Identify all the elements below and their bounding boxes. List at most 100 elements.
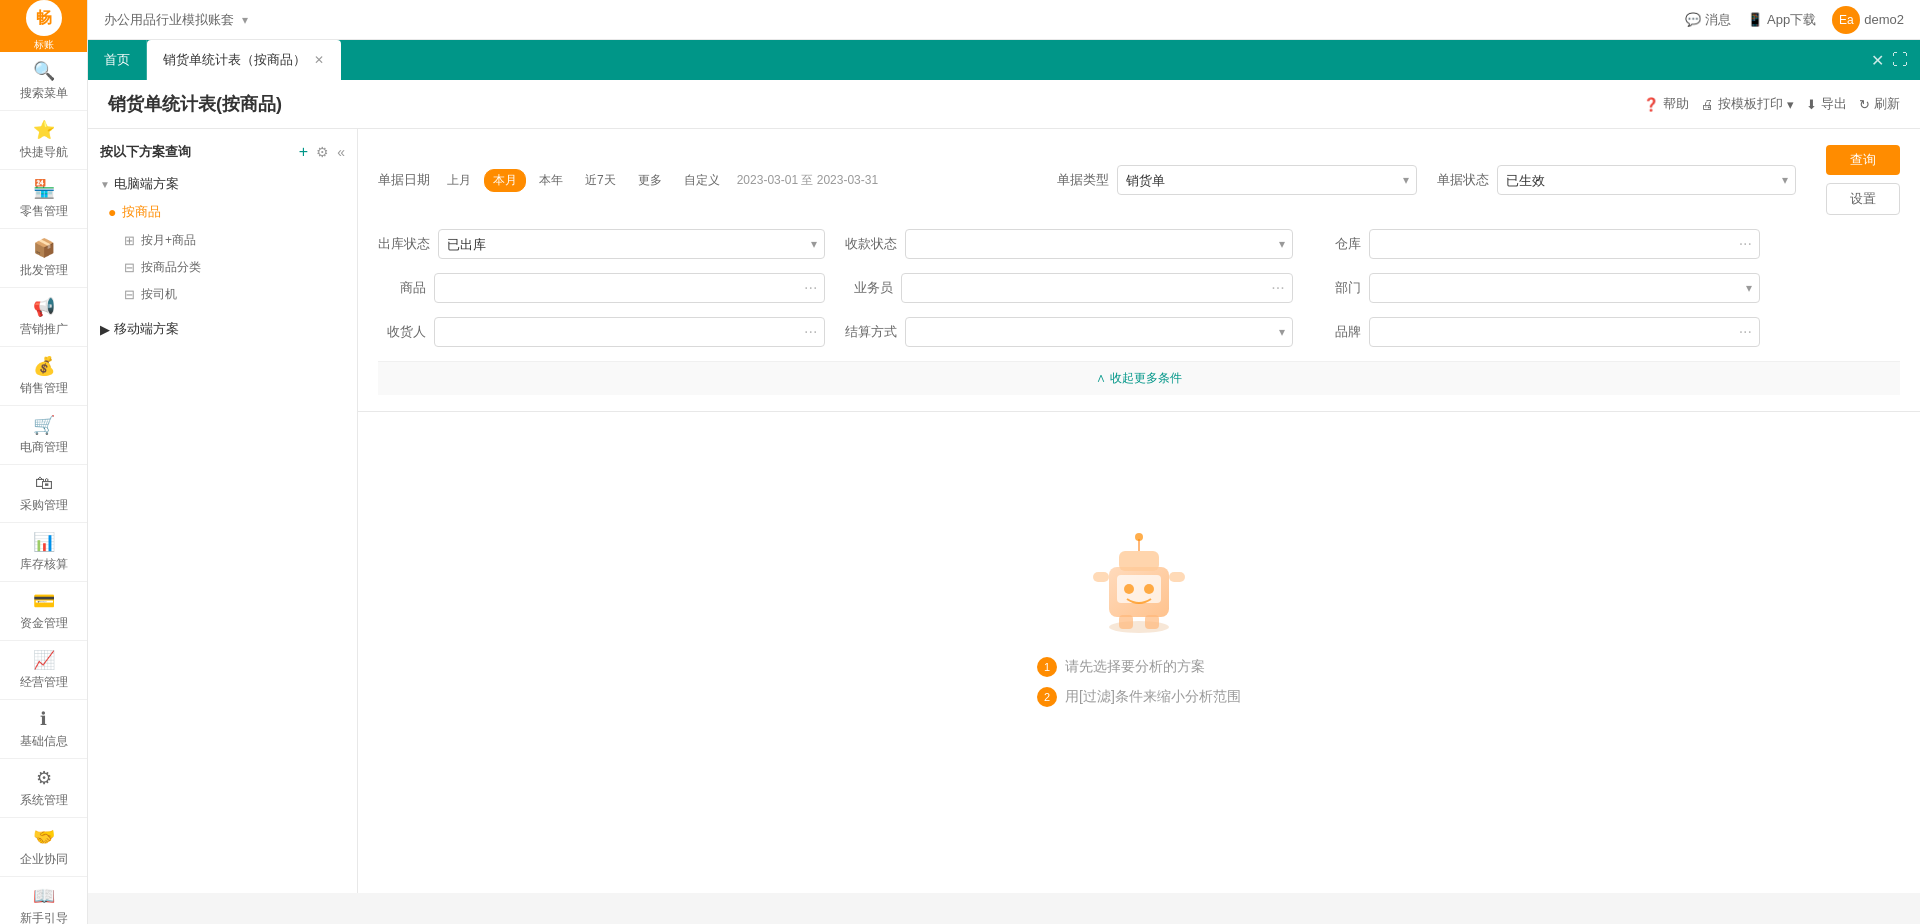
sidebar-item-search[interactable]: 🔍 搜索菜单 <box>0 52 87 111</box>
sidebar-item-marketing[interactable]: 📢 营销推广 <box>0 288 87 347</box>
page-actions: ❓ 帮助 🖨 按模板打印 ▾ ⬇ 导出 ↻ 刷新 <box>1643 95 1900 113</box>
payment-status-select[interactable] <box>905 229 1292 259</box>
date-btn-last-month[interactable]: 上月 <box>438 169 480 192</box>
date-label: 单据日期 <box>378 171 438 189</box>
sidebar-item-cooperation[interactable]: 🤝 企业协同 <box>0 818 87 877</box>
refresh-label: 刷新 <box>1874 95 1900 113</box>
sidebar-item-basic[interactable]: ℹ 基础信息 <box>0 700 87 759</box>
message-btn[interactable]: 💬 消息 <box>1685 11 1731 29</box>
export-label: 导出 <box>1821 95 1847 113</box>
department-select[interactable] <box>1369 273 1760 303</box>
refresh-icon: ↻ <box>1859 97 1870 112</box>
export-btn[interactable]: ⬇ 导出 <box>1806 95 1847 113</box>
main-area: 办公用品行业模拟账套 ▾ 💬 消息 📱 App下载 Ea demo2 首页 <box>88 0 1920 924</box>
salesperson-dots-btn[interactable]: ··· <box>1271 279 1284 297</box>
query-btn[interactable]: 查询 <box>1826 145 1900 175</box>
brand-input[interactable] <box>1369 317 1760 347</box>
field-outbound-status: 出库状态 已出库 <box>378 229 825 259</box>
salesperson-input[interactable] <box>901 273 1292 303</box>
scheme-by-month-product-icon: ⊞ <box>124 233 135 248</box>
breadcrumb-dropdown-icon[interactable]: ▾ <box>242 13 248 27</box>
collapse-conditions-label: ∧ 收起更多条件 <box>1096 370 1181 387</box>
sidebar-item-quick-nav[interactable]: ⭐ 快捷导航 <box>0 111 87 170</box>
print-dropdown-icon[interactable]: ▾ <box>1787 97 1794 112</box>
mobile-section-title[interactable]: ▶ 移动端方案 <box>88 316 357 342</box>
tab-sales-stats[interactable]: 销货单统计表（按商品） ✕ <box>147 40 341 80</box>
ecommerce-icon: 🛒 <box>33 414 55 436</box>
query-row-3: 商品 ··· 业务员 ··· <box>378 273 1900 303</box>
field-payment-method: 结算方式 <box>845 317 1292 347</box>
app-download-label: App下载 <box>1767 11 1816 29</box>
sidebar-item-system[interactable]: ⚙ 系统管理 <box>0 759 87 818</box>
tab-close-icon[interactable]: ✕ <box>314 53 324 67</box>
sidebar-item-guide[interactable]: 📖 新手引导 <box>0 877 87 924</box>
message-icon: 💬 <box>1685 12 1701 27</box>
sidebar-item-purchase-label: 采购管理 <box>20 497 68 514</box>
doc-status-select[interactable]: 已生效 <box>1497 165 1796 195</box>
help-btn[interactable]: ❓ 帮助 <box>1643 95 1689 113</box>
product-dots-btn[interactable]: ··· <box>804 279 817 297</box>
tab-close-all-btn[interactable]: ✕ <box>1871 51 1884 70</box>
refresh-btn[interactable]: ↻ 刷新 <box>1859 95 1900 113</box>
scheme-by-month-product[interactable]: ⊞ 按月+商品 <box>88 227 357 254</box>
doc-type-select[interactable]: 销货单 <box>1117 165 1416 195</box>
sidebar: 畅 标账 🔍 搜索菜单 ⭐ 快捷导航 🏪 零售管理 📦 批发管理 📢 营销推广 … <box>0 0 88 924</box>
sidebar-item-wholesale[interactable]: 📦 批发管理 <box>0 229 87 288</box>
svg-rect-2 <box>1117 575 1161 603</box>
tab-expand-btn[interactable]: ⛶ <box>1892 51 1908 69</box>
doc-status-select-wrapper: 已生效 <box>1497 165 1796 195</box>
sidebar-item-retail[interactable]: 🏪 零售管理 <box>0 170 87 229</box>
date-btn-custom[interactable]: 自定义 <box>675 169 729 192</box>
receiver-dots-btn[interactable]: ··· <box>804 323 817 341</box>
print-label: 按模板打印 <box>1718 95 1783 113</box>
sidebar-item-ecommerce-label: 电商管理 <box>20 439 68 456</box>
payment-method-select-wrapper <box>905 317 1292 347</box>
app-download-btn[interactable]: 📱 App下载 <box>1747 11 1816 29</box>
sidebar-item-guide-label: 新手引导 <box>20 910 68 924</box>
sidebar-item-operations[interactable]: 📈 经营管理 <box>0 641 87 700</box>
scheme-by-product-label: 按商品 <box>122 203 161 221</box>
add-scheme-btn[interactable]: + <box>299 143 308 161</box>
date-btn-this-month[interactable]: 本月 <box>484 169 526 192</box>
scheme-by-category[interactable]: ⊟ 按商品分类 <box>88 254 357 281</box>
product-input[interactable] <box>434 273 825 303</box>
sidebar-item-sales[interactable]: 💰 销售管理 <box>0 347 87 406</box>
receiver-input[interactable] <box>434 317 825 347</box>
collapse-panel-btn[interactable]: « <box>337 144 345 160</box>
settings-scheme-btn[interactable]: ⚙ <box>316 144 329 160</box>
scheme-by-scanner[interactable]: ⊟ 按司机 <box>88 281 357 308</box>
date-btn-7days[interactable]: 近7天 <box>576 169 625 192</box>
department-label: 部门 <box>1313 279 1369 297</box>
print-btn[interactable]: 🖨 按模板打印 ▾ <box>1701 95 1794 113</box>
user-profile-btn[interactable]: Ea demo2 <box>1832 6 1904 34</box>
sidebar-item-ecommerce[interactable]: 🛒 电商管理 <box>0 406 87 465</box>
desktop-scheme-section: ▼ 电脑端方案 ● 按商品 ⊞ 按月+商品 ⊟ 按商品分类 <box>88 167 357 312</box>
scheme-by-product[interactable]: ● 按商品 <box>88 197 357 227</box>
sidebar-item-finance[interactable]: 💳 资金管理 <box>0 582 87 641</box>
filter-panel-header: 按以下方案查询 + ⚙ « <box>88 137 357 167</box>
wholesale-icon: 📦 <box>33 237 55 259</box>
sidebar-item-purchase[interactable]: 🛍 采购管理 <box>0 465 87 523</box>
tab-home[interactable]: 首页 <box>88 40 147 80</box>
desktop-section-title[interactable]: ▼ 电脑端方案 <box>88 171 357 197</box>
mobile-section-label: 移动端方案 <box>114 320 179 338</box>
logo[interactable]: 畅 标账 <box>0 0 88 52</box>
sidebar-item-inventory[interactable]: 📊 库存核算 <box>0 523 87 582</box>
warehouse-input[interactable] <box>1369 229 1760 259</box>
date-btn-this-year[interactable]: 本年 <box>530 169 572 192</box>
sidebar-item-cooperation-label: 企业协同 <box>20 851 68 868</box>
payment-method-select[interactable] <box>905 317 1292 347</box>
warehouse-dots-btn[interactable]: ··· <box>1739 235 1752 253</box>
brand-label: 品牌 <box>1313 323 1369 341</box>
collapse-conditions-btn[interactable]: ∧ 收起更多条件 <box>378 361 1900 395</box>
brand-dots-btn[interactable]: ··· <box>1739 323 1752 341</box>
marketing-icon: 📢 <box>33 296 55 318</box>
sidebar-item-marketing-label: 营销推广 <box>20 321 68 338</box>
settings-btn[interactable]: 设置 <box>1826 183 1900 215</box>
sidebar-item-operations-label: 经营管理 <box>20 674 68 691</box>
field-date: 单据日期 上月 本月 本年 近7天 更多 自定义 <box>378 169 1037 192</box>
date-btn-more[interactable]: 更多 <box>629 169 671 192</box>
svg-rect-5 <box>1119 551 1159 571</box>
date-group: 上月 本月 本年 近7天 更多 自定义 2023-03-01 至 2023-03… <box>438 169 1037 192</box>
outbound-status-select[interactable]: 已出库 <box>438 229 825 259</box>
